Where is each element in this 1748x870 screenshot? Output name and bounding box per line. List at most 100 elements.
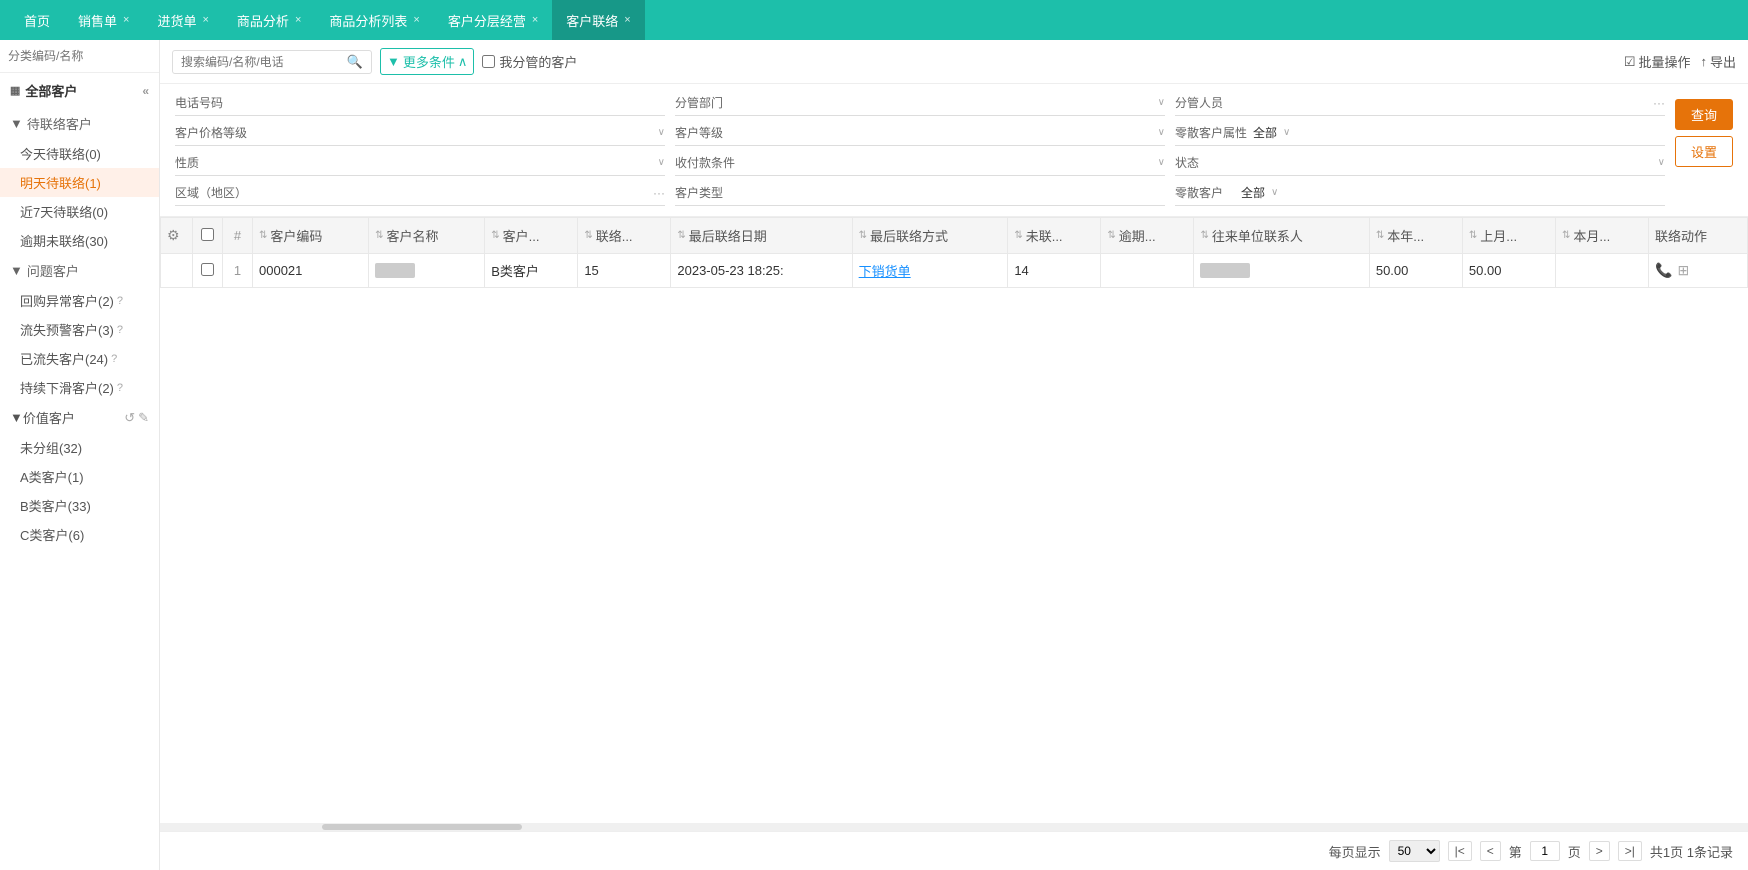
nav-home[interactable]: 首页	[10, 0, 64, 40]
sidebar-item-churned[interactable]: 已流失客户(24) ?	[0, 344, 159, 373]
sort-icon-code[interactable]: ⇅	[259, 230, 267, 241]
all-customers-header[interactable]: ▦ 全部客户 «	[0, 73, 159, 108]
action-icons: 📞 ⊞	[1655, 262, 1741, 279]
column-settings-icon[interactable]: ⚙	[167, 227, 180, 243]
call-action-icon[interactable]: 📞	[1655, 262, 1672, 279]
filter-region-input[interactable]	[253, 186, 647, 200]
scrollbar-thumb[interactable]	[322, 824, 522, 830]
sidebar-item-churn-warning[interactable]: 流失预警客户(3) ?	[0, 315, 159, 344]
col-code-header: ⇅ 客户编码	[253, 218, 369, 254]
query-button[interactable]: 查询	[1675, 99, 1733, 130]
page-first-button[interactable]: |<	[1448, 841, 1472, 861]
my-customers-checkbox[interactable]	[482, 55, 495, 68]
page-next-button[interactable]: >	[1589, 841, 1610, 861]
row-name-cell: Ea	[369, 254, 485, 288]
filter-nature-arrow[interactable]: ∨	[658, 157, 665, 168]
sidebar-item-a-class[interactable]: A类客户(1)	[0, 462, 159, 491]
filter-panel: 电话号码 分管部门 ∨ 分管人员 ···	[160, 84, 1748, 217]
filter-dept-arrow[interactable]: ∨	[1158, 97, 1165, 108]
sidebar-item-7days[interactable]: 近7天待联络(0)	[0, 197, 159, 226]
filter-payment-arrow[interactable]: ∨	[1158, 157, 1165, 168]
nav-close-sales[interactable]: ×	[123, 14, 129, 26]
sort-icon-type[interactable]: ⇅	[491, 230, 499, 241]
col-this-month-header: ⇅ 本月...	[1555, 218, 1648, 254]
more-action-icon[interactable]: ⊞	[1677, 262, 1689, 279]
nav-purchase[interactable]: 进货单 ×	[143, 0, 222, 40]
page-last-button[interactable]: >|	[1618, 841, 1642, 861]
sidebar-item-b-class[interactable]: B类客户(33)	[0, 491, 159, 520]
nav-close-product-analysis-list[interactable]: ×	[413, 14, 419, 26]
more-filter-button[interactable]: ▼ 更多条件 ∧	[380, 48, 474, 75]
nav-close-purchase[interactable]: ×	[202, 14, 208, 26]
sidebar-item-repurchase-anomaly[interactable]: 回购异常客户(2) ?	[0, 286, 159, 315]
filter-dept-input[interactable]	[741, 96, 1152, 110]
sidebar-item-c-class[interactable]: C类客户(6)	[0, 520, 159, 549]
edit-icon[interactable]: ✎	[138, 410, 149, 426]
sort-icon-this-year[interactable]: ⇅	[1376, 230, 1384, 241]
export-button[interactable]: ↑ 导出	[1700, 52, 1736, 71]
help-icon-2[interactable]: ?	[111, 353, 117, 365]
nav-customer-tier[interactable]: 客户分层经营 ×	[434, 0, 552, 40]
nav-sales[interactable]: 销售单 ×	[64, 0, 143, 40]
nav-customer-contact[interactable]: 客户联络 ×	[552, 0, 644, 40]
filter-region-more[interactable]: ···	[653, 186, 665, 200]
filter-status-arrow[interactable]: ∨	[1658, 157, 1665, 168]
filter-phone-input[interactable]	[241, 96, 665, 110]
horizontal-scrollbar[interactable]	[160, 823, 1748, 831]
sidebar-item-tomorrow[interactable]: 明天待联络(1)	[0, 168, 159, 197]
sort-icon-last-month[interactable]: ⇅	[1469, 230, 1477, 241]
filter-payment-label: 收付款条件	[675, 154, 735, 171]
help-icon-3[interactable]: ?	[117, 382, 123, 394]
filter-manager-more[interactable]: ···	[1653, 96, 1665, 110]
sort-icon-this-month[interactable]: ⇅	[1562, 230, 1570, 241]
sidebar-search-input[interactable]	[8, 49, 160, 63]
help-icon-0[interactable]: ?	[117, 295, 123, 307]
filter-retail-customer-arrow[interactable]: ∨	[1271, 187, 1278, 198]
sort-icon-contacts[interactable]: ⇅	[584, 230, 592, 241]
batch-operation-button[interactable]: ☑ 批量操作	[1624, 52, 1691, 71]
sidebar-item-today[interactable]: 今天待联络(0)	[0, 139, 159, 168]
per-page-select[interactable]: 50 100 200	[1389, 840, 1440, 862]
sort-icon-contacts-person[interactable]: ⇅	[1200, 230, 1208, 241]
refresh-icon[interactable]: ↺	[124, 410, 135, 426]
nav-product-analysis[interactable]: 商品分析 ×	[223, 0, 315, 40]
col-overdue-header: ⇅ 逾期...	[1101, 218, 1194, 254]
filter-nature-input[interactable]	[241, 156, 652, 170]
last-contact-method-link[interactable]: 下销货单	[859, 264, 911, 279]
sidebar-item-declining[interactable]: 持续下滑客户(2) ?	[0, 373, 159, 402]
value-group-title[interactable]: ▼ 价值客户 ↺ ✎	[0, 402, 159, 433]
filter-retail-attr-arrow[interactable]: ∨	[1283, 127, 1290, 138]
filter-status-input[interactable]	[1241, 156, 1652, 170]
nav-close-product-analysis[interactable]: ×	[295, 14, 301, 26]
help-icon-1[interactable]: ?	[117, 324, 123, 336]
search-input[interactable]	[181, 55, 347, 69]
sort-icon-name[interactable]: ⇅	[375, 230, 383, 241]
filter-customer-level-arrow[interactable]: ∨	[1158, 127, 1165, 138]
sort-icon-overdue[interactable]: ⇅	[1107, 230, 1115, 241]
sidebar-item-overdue[interactable]: 逾期未联络(30)	[0, 226, 159, 255]
setting-button[interactable]: 设置	[1675, 136, 1733, 167]
pending-group-title[interactable]: ▼ 待联络客户	[0, 108, 159, 139]
sort-icon-last-date[interactable]: ⇅	[677, 230, 685, 241]
filter-price-level-arrow[interactable]: ∨	[658, 127, 665, 138]
filter-customer-level-input[interactable]	[741, 126, 1152, 140]
sort-icon-no-contact[interactable]: ⇅	[1014, 230, 1022, 241]
problem-group-title[interactable]: ▼ 问题客户	[0, 255, 159, 286]
select-all-checkbox[interactable]	[201, 228, 214, 241]
page-prev-button[interactable]: <	[1480, 841, 1501, 861]
nav-close-customer-tier[interactable]: ×	[532, 14, 538, 26]
table-container: ⚙ # ⇅ 客户编码	[160, 217, 1748, 823]
filter-customer-type-input[interactable]	[741, 186, 1165, 200]
search-icon[interactable]: 🔍	[347, 54, 363, 70]
row-checkbox[interactable]	[201, 263, 214, 276]
filter-manager-input[interactable]	[1241, 96, 1647, 110]
page-number-input[interactable]	[1530, 841, 1560, 861]
nav-close-customer-contact[interactable]: ×	[624, 14, 630, 26]
nav-product-analysis-list[interactable]: 商品分析列表 ×	[315, 0, 433, 40]
sort-icon-last-method[interactable]: ⇅	[859, 230, 867, 241]
filter-payment-input[interactable]	[741, 156, 1152, 170]
main-layout: 🔍 ▦ 全部客户 « ▼ 待联络客户 今天待联络(0) 明天待联络(1) 近7天…	[0, 40, 1748, 870]
collapse-icon[interactable]: «	[142, 84, 149, 98]
filter-price-level-input[interactable]	[253, 126, 652, 140]
sidebar-item-ungrouped[interactable]: 未分组(32)	[0, 433, 159, 462]
